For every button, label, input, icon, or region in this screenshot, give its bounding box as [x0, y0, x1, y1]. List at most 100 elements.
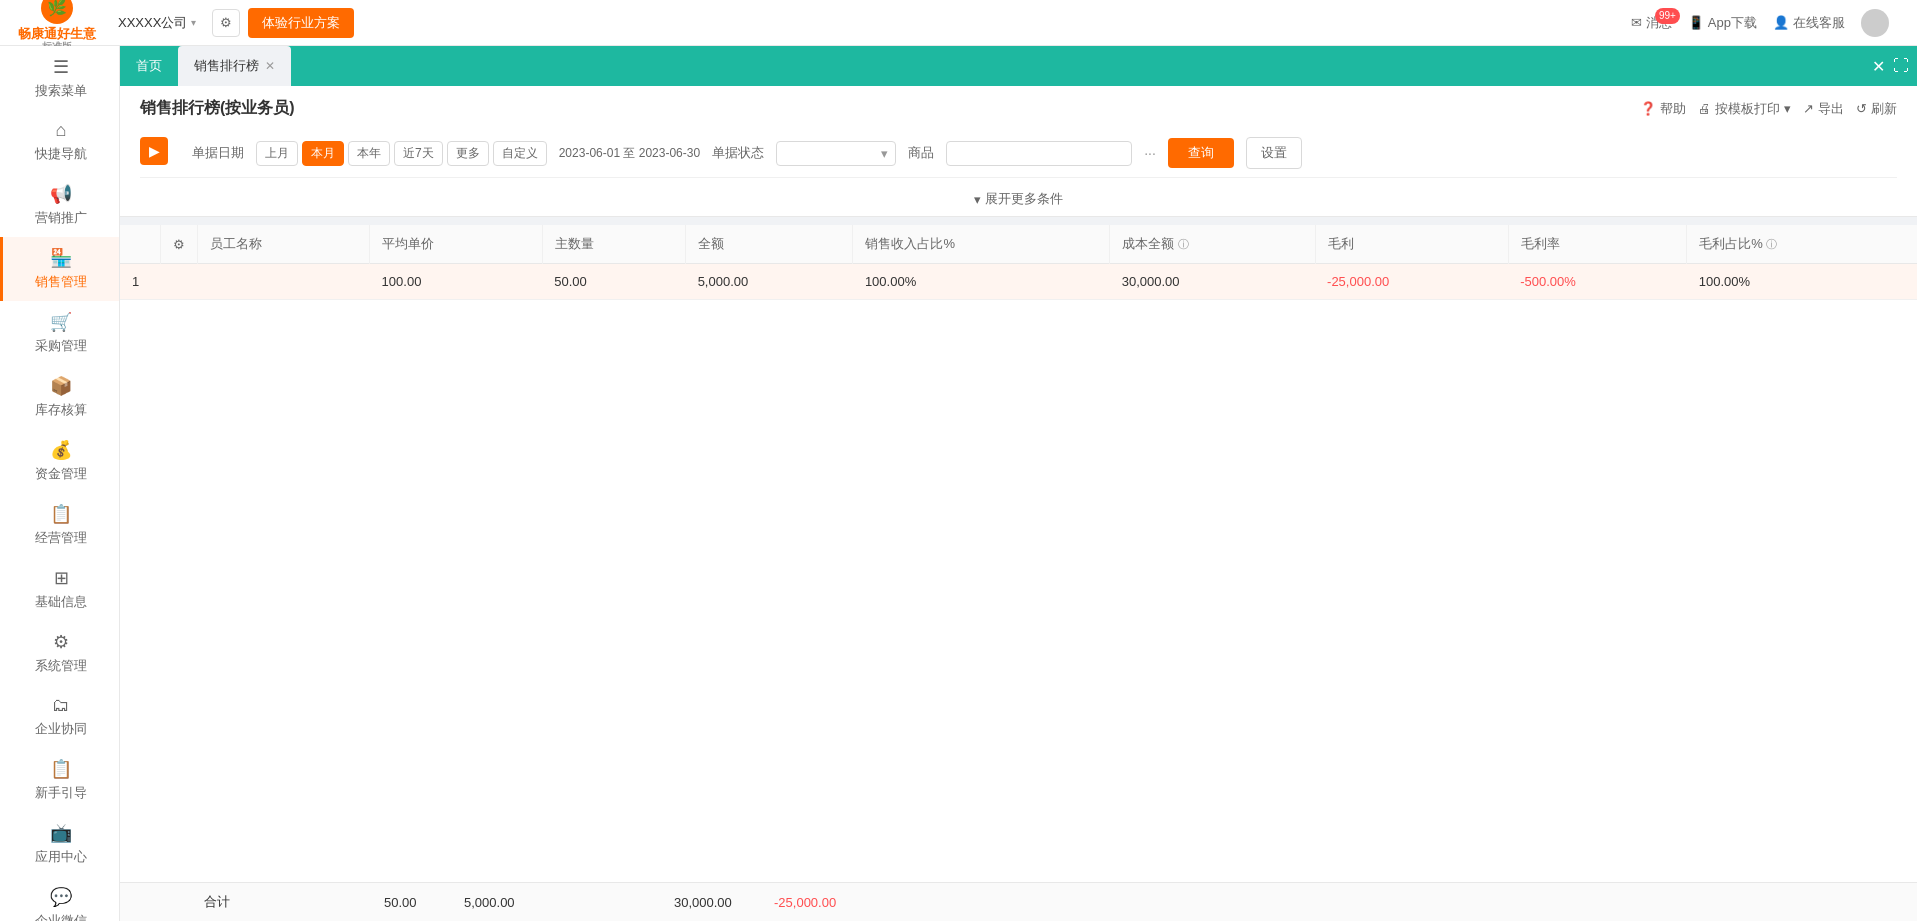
- page-title: 销售排行榜(按业务员): [140, 98, 295, 119]
- more-filters-dots[interactable]: ···: [1144, 145, 1156, 161]
- goods-input[interactable]: [946, 141, 1132, 166]
- expand-down-icon: ▾: [974, 192, 981, 207]
- tab-close-icon[interactable]: ✕: [265, 59, 275, 73]
- help-label: 帮助: [1660, 100, 1686, 118]
- filter-arrow-button[interactable]: ▶: [140, 137, 168, 165]
- date-range-display: 2023-06-01 至 2023-06-30: [559, 145, 700, 162]
- tab-bar: 首页 销售排行榜 ✕ ✕ ⛶: [120, 46, 1917, 86]
- cell-amount: 5,000.00: [686, 264, 853, 300]
- footer-qty: 50.00: [372, 895, 452, 910]
- table-footer: 合计 50.00 5,000.00 30,000.00 -25,000.00: [120, 882, 1917, 921]
- col-qty: 主数量: [542, 225, 685, 264]
- sidebar-label-quicknav: 快捷导航: [35, 145, 87, 163]
- purchase-icon: 🛒: [50, 311, 72, 333]
- col-amount: 全额: [686, 225, 853, 264]
- date-prev-month[interactable]: 上月: [256, 141, 298, 166]
- sidebar-label-marketing: 营销推广: [35, 209, 87, 227]
- chevron-down-icon: ▾: [191, 17, 196, 28]
- tab-sales-rank[interactable]: 销售排行榜 ✕: [178, 46, 291, 86]
- table-row: 1 100.00 50.00 5,000.00 100.00% 30,000.0…: [120, 264, 1917, 300]
- sidebar-item-inventory[interactable]: 📦 库存核算: [0, 365, 119, 429]
- table-body: 1 100.00 50.00 5,000.00 100.00% 30,000.0…: [120, 264, 1917, 300]
- tab-home[interactable]: 首页: [120, 46, 178, 86]
- cell-gear: [160, 264, 197, 300]
- company-selector[interactable]: XXXXX公司 ▾: [110, 14, 204, 32]
- app-label: App下载: [1708, 14, 1757, 32]
- col-gross: 毛利: [1315, 225, 1508, 264]
- sidebar-item-appstore[interactable]: 📺 应用中心: [0, 812, 119, 876]
- date-current-year[interactable]: 本年: [348, 141, 390, 166]
- col-gear[interactable]: ⚙: [160, 225, 197, 264]
- sidebar-label-appstore: 应用中心: [35, 848, 87, 866]
- company-name: XXXXX公司: [118, 14, 187, 32]
- content-area: 首页 销售排行榜 ✕ ✕ ⛶ 销售排行榜(按业务员) ❓ 帮助: [120, 46, 1917, 921]
- refresh-button[interactable]: ↺ 刷新: [1856, 100, 1897, 118]
- template-print-label: 按模板打印: [1715, 100, 1780, 118]
- sidebar-label-enterprise: 企业协同: [35, 720, 87, 738]
- settings-icon[interactable]: ⚙: [212, 9, 240, 37]
- sidebar-item-purchase[interactable]: 🛒 采购管理: [0, 301, 119, 365]
- sidebar-item-marketing[interactable]: 📢 营销推广: [0, 173, 119, 237]
- sidebar-item-system[interactable]: ⚙ 系统管理: [0, 621, 119, 685]
- sidebar-item-wechat[interactable]: 💬 企业微信: [0, 876, 119, 921]
- sidebar-label-funds: 资金管理: [35, 465, 87, 483]
- cost-info-icon: ⓘ: [1178, 238, 1189, 250]
- gross-pct-info-icon: ⓘ: [1766, 238, 1777, 250]
- avatar[interactable]: [1861, 9, 1889, 37]
- col-gross-rate: 毛利率: [1508, 225, 1687, 264]
- sidebar-item-enterprise[interactable]: 🗂 企业协同: [0, 685, 119, 748]
- col-gross-pct: 毛利占比% ⓘ: [1687, 225, 1917, 264]
- message-button[interactable]: ✉ 消息 99+: [1631, 14, 1672, 32]
- tab-sales-rank-label: 销售排行榜: [194, 57, 259, 75]
- cell-gross: -25,000.00: [1315, 264, 1508, 300]
- sidebar-item-search[interactable]: ☰ 搜索菜单: [0, 46, 119, 110]
- page-title-row: 销售排行榜(按业务员) ❓ 帮助 🖨 按模板打印 ▾ ↗: [140, 98, 1897, 129]
- tab-minimize-icon[interactable]: ✕: [1872, 57, 1885, 76]
- footer-gross: -25,000.00: [762, 895, 862, 910]
- main-layout: ☰ 搜索菜单 ⌂ 快捷导航 📢 营销推广 🏪 销售管理 🛒 采购管理 📦 库存核…: [0, 46, 1917, 921]
- service-icon: 👤: [1773, 15, 1789, 30]
- footer-label: 合计: [192, 893, 292, 911]
- industry-button[interactable]: 体验行业方案: [248, 8, 354, 38]
- date-more[interactable]: 更多: [447, 141, 489, 166]
- date-7days[interactable]: 近7天: [394, 141, 443, 166]
- sidebar-label-guide: 新手引导: [35, 784, 87, 802]
- sidebar-label-basics: 基础信息: [35, 593, 87, 611]
- page-actions: ❓ 帮助 🖨 按模板打印 ▾ ↗ 导出 ↺: [1640, 100, 1897, 118]
- appstore-icon: 📺: [50, 822, 72, 844]
- topbar: 🌿 畅康通好生意 标准版 XXXXX公司 ▾ ⚙ 体验行业方案 ✉ 消息 99+…: [0, 0, 1917, 46]
- col-cost: 成本全额 ⓘ: [1110, 225, 1315, 264]
- tab-bar-right: ✕ ⛶: [1872, 57, 1917, 76]
- sidebar-item-funds[interactable]: 💰 资金管理: [0, 429, 119, 493]
- status-select-wrap: [776, 141, 896, 166]
- query-button[interactable]: 查询: [1168, 138, 1234, 168]
- sidebar-item-quicknav[interactable]: ⌂ 快捷导航: [0, 110, 119, 173]
- tab-home-label: 首页: [136, 57, 162, 75]
- filter-row-main: 单据日期 上月 本月 本年 近7天 更多 自定义 2023-06-01 至 20…: [192, 137, 1897, 169]
- sidebar-item-guide[interactable]: 📋 新手引导: [0, 748, 119, 812]
- tab-expand-icon[interactable]: ⛶: [1893, 57, 1909, 75]
- print-chevron-icon: ▾: [1784, 101, 1791, 116]
- expand-button[interactable]: ▾ 展开更多条件: [974, 182, 1063, 208]
- table-wrap: ⚙ 员工名称 平均单价 主数量 全额 销售收入占比% 成本全额 ⓘ 毛利 毛利率…: [120, 225, 1917, 882]
- sidebar-item-sales[interactable]: 🏪 销售管理: [0, 237, 119, 301]
- filter-group: 单据日期 上月 本月 本年 近7天 更多 自定义 2023-06-01 至 20…: [192, 137, 1897, 169]
- app-download-button[interactable]: 📱 App下载: [1688, 14, 1757, 32]
- online-service-button[interactable]: 👤 在线客服: [1773, 14, 1845, 32]
- sidebar-item-basics[interactable]: ⊞ 基础信息: [0, 557, 119, 621]
- help-button[interactable]: ❓ 帮助: [1640, 100, 1686, 118]
- enterprise-icon: 🗂: [52, 695, 70, 716]
- date-custom[interactable]: 自定义: [493, 141, 547, 166]
- sidebar-item-operation[interactable]: 📋 经营管理: [0, 493, 119, 557]
- export-icon: ↗: [1803, 101, 1814, 116]
- topbar-right: ✉ 消息 99+ 📱 App下载 👤 在线客服: [1631, 9, 1905, 37]
- sidebar: ☰ 搜索菜单 ⌂ 快捷导航 📢 营销推广 🏪 销售管理 🛒 采购管理 📦 库存核…: [0, 46, 120, 921]
- settings-button[interactable]: 设置: [1246, 137, 1302, 169]
- export-button[interactable]: ↗ 导出: [1803, 100, 1844, 118]
- sidebar-label-purchase: 采购管理: [35, 337, 87, 355]
- status-select[interactable]: [776, 141, 896, 166]
- goods-label: 商品: [908, 144, 934, 162]
- date-current-month[interactable]: 本月: [302, 141, 344, 166]
- sales-icon: 🏪: [50, 247, 72, 269]
- template-print-button[interactable]: 🖨 按模板打印 ▾: [1698, 100, 1791, 118]
